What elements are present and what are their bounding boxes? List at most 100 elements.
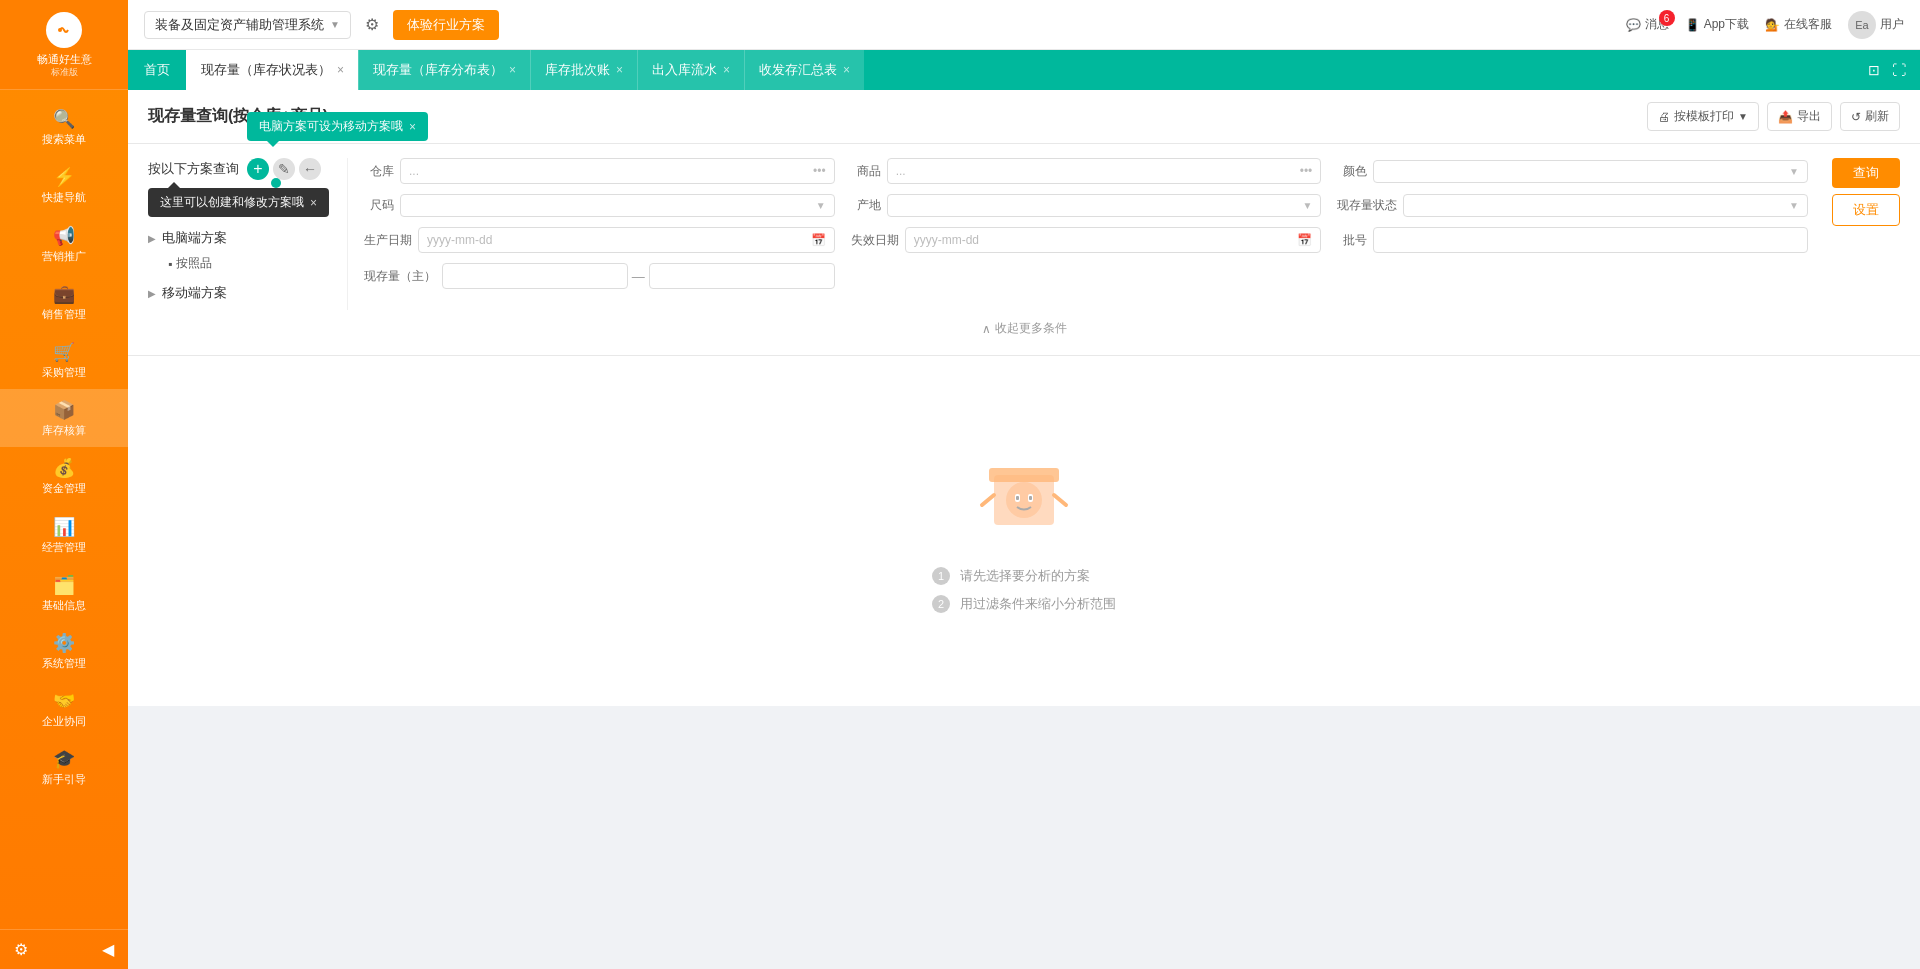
export-btn[interactable]: 📤 导出 [1767,102,1832,131]
back-scheme-btn[interactable]: ← [299,158,321,180]
tab-close-inventory-status[interactable]: × [337,63,344,77]
sidebar-item-inventory[interactable]: 📦 库存核算 [0,389,128,447]
tab-inventory-dist[interactable]: 现存量（库存分布表） × [358,50,530,90]
pc-scheme-header[interactable]: ▶ 电脑端方案 [148,225,331,251]
refresh-btn[interactable]: ↺ 刷新 [1840,102,1900,131]
svg-point-4 [1006,482,1042,518]
dots-icon2: ••• [1300,164,1313,178]
sidebar-item-finance[interactable]: 💰 资金管理 [0,447,128,505]
exp-date-input[interactable]: yyyy-mm-dd 📅 [905,227,1322,253]
prod-date-label: 生产日期 [364,232,412,249]
stock-main-min-input[interactable] [442,263,628,289]
goods-input[interactable]: ... ••• [887,158,1322,184]
user-item[interactable]: Ea 用户 [1848,11,1904,39]
sidebar-item-basic[interactable]: 🗂️ 基础信息 [0,564,128,622]
sidebar-item-enterprise[interactable]: 🤝 企业协同 [0,680,128,738]
tab-fullscreen-icon[interactable]: ⛶ [1888,58,1910,82]
header-right: 💬 消息 6 📱 App下载 💁 在线客服 Ea 用户 [1626,11,1904,39]
sidebar-item-sales[interactable]: 💼 销售管理 [0,273,128,331]
filter-row-3: 生产日期 yyyy-mm-dd 📅 失效日期 yyyy-mm-dd 📅 [364,227,1808,253]
filter-section: 按以下方案查询 + ✎ ← 电脑方案可设为移动方案哦 [128,144,1920,356]
query-btn[interactable]: 查询 [1832,158,1900,188]
sidebar-item-quicknav[interactable]: ⚡ 快捷导航 [0,156,128,214]
sidebar-item-purchase[interactable]: 🛒 采购管理 [0,331,128,389]
sidebar-footer: ⚙ ◀ [0,929,128,969]
tab-collect-summary[interactable]: 收发存汇总表 × [744,50,864,90]
tab-home[interactable]: 首页 [128,50,186,90]
collapse-sidebar-icon[interactable]: ◀ [102,940,114,959]
color-select[interactable]: ▼ [1373,160,1808,183]
scheme-buttons: + ✎ ← 电脑方案可设为移动方案哦 × [247,158,321,180]
chevron-down-icon5: ▼ [1302,200,1312,211]
tab-batch-ledger[interactable]: 库存批次账 × [530,50,637,90]
prod-date-input[interactable]: yyyy-mm-dd 📅 [418,227,835,253]
color-field: 颜色 ▼ [1337,160,1808,183]
origin-field: 产地 ▼ [851,194,1322,217]
empty-steps-list: 1 请先选择要分析的方案 2 用过滤条件来缩小分析范围 [932,567,1116,623]
filter-label: 按以下方案查询 [148,160,239,178]
step-2-text: 用过滤条件来缩小分析范围 [960,595,1116,613]
reset-btn[interactable]: 设置 [1832,194,1900,226]
add-scheme-btn[interactable]: + [247,158,269,180]
tab-close-inventory-dist[interactable]: × [509,63,516,77]
batch-input[interactable] [1373,227,1808,253]
sidebar-item-marketing[interactable]: 📢 营销推广 [0,215,128,273]
app-download-label: App下载 [1704,16,1749,33]
edit-scheme-btn[interactable]: ✎ [273,158,295,180]
pc-scheme-group: ▶ 电脑端方案 ▪ 按照品 [148,225,331,276]
filter-main-layout: 按以下方案查询 + ✎ ← 电脑方案可设为移动方案哦 [148,158,1900,310]
tooltip2-close-icon[interactable]: × [310,196,317,210]
size-select[interactable]: ▼ [400,194,835,217]
pc-scheme-item-0[interactable]: ▪ 按照品 [148,251,331,276]
stock-status-field: 现存量状态 ▼ [1337,194,1808,217]
logo-badge: 标准版 [51,66,78,79]
stock-main-field: 现存量（主） — [364,263,835,289]
online-service-item[interactable]: 💁 在线客服 [1765,16,1832,33]
svg-line-9 [982,495,994,505]
tab-close-inout-flow[interactable]: × [723,63,730,77]
sidebar-item-guide[interactable]: 🎓 新手引导 [0,738,128,796]
print-btn[interactable]: 🖨 按模板打印 ▼ [1647,102,1759,131]
collapse-btn[interactable]: ∧ 收起更多条件 [982,320,1067,337]
logo-icon [46,12,82,48]
app-download-item[interactable]: 📱 App下载 [1685,16,1749,33]
tooltip-scheme-mobile: 电脑方案可设为移动方案哦 × [247,112,428,141]
experience-button[interactable]: 体验行业方案 [393,10,499,40]
header-settings-icon[interactable]: ⚙ [361,11,383,38]
svg-line-10 [1054,495,1066,505]
sidebar-logo: 畅通好生意 标准版 [0,0,128,90]
sidebar-item-operations[interactable]: 📊 经营管理 [0,506,128,564]
stock-main-max-input[interactable] [649,263,835,289]
message-item[interactable]: 💬 消息 6 [1626,16,1669,33]
tab-close-batch-ledger[interactable]: × [616,63,623,77]
service-icon: 💁 [1765,18,1780,32]
empty-step-2: 2 用过滤条件来缩小分析范围 [932,595,1116,613]
goods-label: 商品 [851,163,881,180]
connector-dot [271,178,281,188]
dots-icon: ••• [813,164,826,178]
print-icon: 🖨 [1658,110,1670,124]
settings-bottom-icon[interactable]: ⚙ [14,940,28,959]
tab-inout-flow[interactable]: 出入库流水 × [637,50,744,90]
tooltip1-close-icon[interactable]: × [409,120,416,134]
warehouse-input[interactable]: ... ••• [400,158,835,184]
tab-close-collect-summary[interactable]: × [843,63,850,77]
svg-point-1 [58,28,62,32]
sidebar: 畅通好生意 标准版 🔍 搜索菜单 ⚡ 快捷导航 📢 营销推广 💼 销售管理 🛒 … [0,0,128,969]
stock-status-select[interactable]: ▼ [1403,194,1808,217]
sidebar-item-system[interactable]: ⚙️ 系统管理 [0,622,128,680]
system-selector[interactable]: 装备及固定资产辅助管理系统 ▼ [144,11,351,39]
goods-field: 商品 ... ••• [851,158,1322,184]
chevron-right-icon2: ▶ [148,288,156,299]
page-content: 现存量查询(按仓库+商品) 🖨 按模板打印 ▼ 📤 导出 ↺ 刷新 [128,90,1920,969]
tab-restore-icon[interactable]: ⊡ [1864,58,1884,82]
query-actions: 查询 设置 [1824,158,1900,310]
mobile-scheme-header[interactable]: ▶ 移动端方案 [148,280,331,306]
tab-inventory-status[interactable]: 现存量（库存状况表） × [186,50,358,90]
origin-select[interactable]: ▼ [887,194,1322,217]
sidebar-item-search[interactable]: 🔍 搜索菜单 [0,98,128,156]
chevron-down-icon4: ▼ [816,200,826,211]
header-left: 装备及固定资产辅助管理系统 ▼ ⚙ 体验行业方案 [144,10,499,40]
collapse-label: 收起更多条件 [995,320,1067,337]
chevron-down-icon3: ▼ [1789,166,1799,177]
